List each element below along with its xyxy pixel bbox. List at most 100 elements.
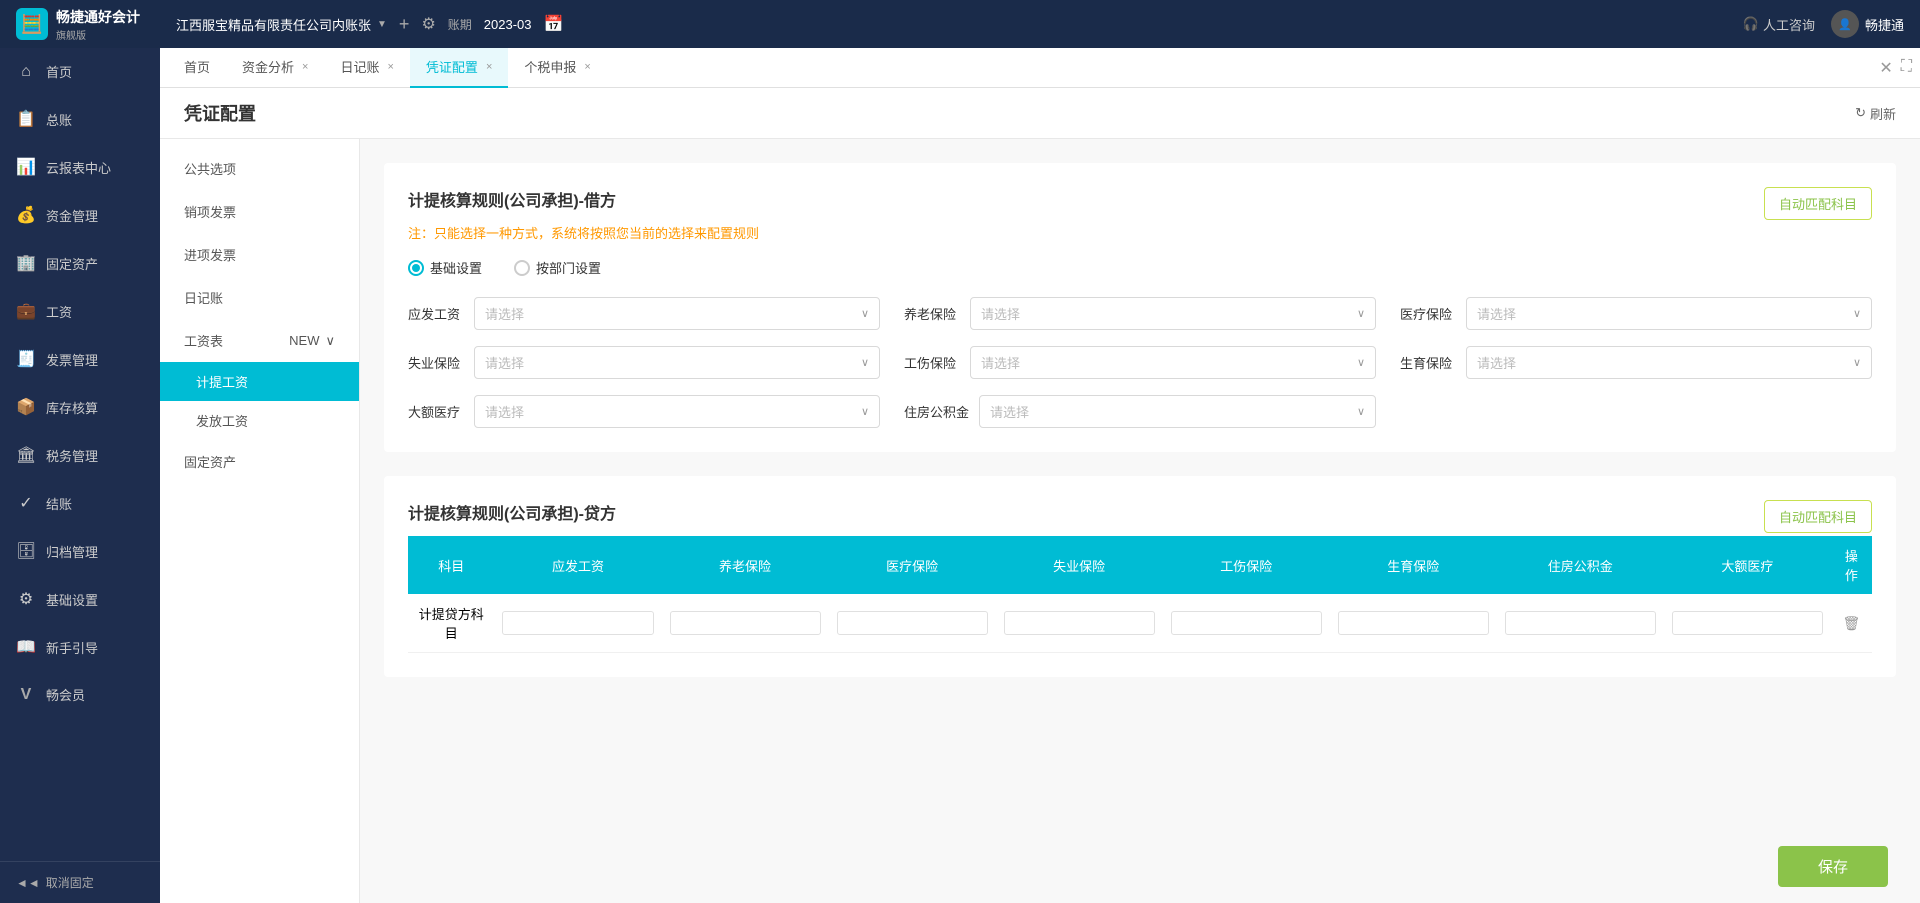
capital-icon: 💰	[16, 205, 36, 225]
field-gsbx-select[interactable]: 请选择 ∨	[970, 346, 1376, 379]
field-sybx2-label: 生育保险	[1400, 353, 1456, 372]
credit-section-title: 计提核算规则(公司承担)-贷方	[408, 500, 1872, 524]
cancel-pin-label: 取消固定	[46, 874, 94, 891]
input-yfgz[interactable]	[502, 611, 653, 635]
input-sybx[interactable]	[1004, 611, 1155, 635]
radio-dept[interactable]: 按部门设置	[514, 258, 601, 277]
left-nav-sales[interactable]: 销项发票	[160, 190, 359, 233]
field-yfgz-select[interactable]: 请选择 ∨	[474, 297, 880, 330]
debit-auto-match-button[interactable]: 自动匹配科目	[1764, 187, 1872, 220]
refresh-button[interactable]: ↻ 刷新	[1855, 104, 1896, 123]
credit-table: 科目 应发工资 养老保险 医疗保险 失业保险 工伤保险 生育保险 住房公积金 大	[408, 536, 1872, 653]
sidebar-item-ledger[interactable]: 📋 总账	[0, 95, 160, 143]
input-ylbx2[interactable]	[837, 611, 988, 635]
input-sybx2[interactable]	[1338, 611, 1489, 635]
sidebar-item-report[interactable]: 📊 云报表中心	[0, 143, 160, 191]
tab-close-icon[interactable]: ✕	[1879, 58, 1892, 78]
tab-home[interactable]: 首页	[168, 48, 226, 88]
th-op: 操作	[1831, 536, 1872, 594]
left-nav-purchase[interactable]: 进项发票	[160, 233, 359, 276]
input-zfgjj[interactable]	[1505, 611, 1656, 635]
sidebar-label-vip: 畅会员	[46, 685, 85, 704]
th-ylbx2: 医疗保险	[829, 536, 996, 594]
left-nav-journal[interactable]: 日记账	[160, 276, 359, 319]
credit-auto-match-label: 自动匹配科目	[1779, 510, 1857, 525]
field-dely-arrow-icon: ∨	[861, 405, 869, 418]
th-dely: 大额医疗	[1664, 536, 1831, 594]
sidebar-item-tax[interactable]: 🏛 税务管理	[0, 431, 160, 479]
credit-auto-match-button[interactable]: 自动匹配科目	[1764, 500, 1872, 533]
td-gsbx	[1163, 594, 1330, 653]
field-dely-label: 大额医疗	[408, 402, 464, 421]
sidebar-item-capital[interactable]: 💰 资金管理	[0, 191, 160, 239]
tab-journal-close-icon[interactable]: ×	[387, 61, 393, 73]
field-zfgjj-select[interactable]: 请选择 ∨	[979, 395, 1376, 428]
tab-tax[interactable]: 个税申报 ×	[508, 48, 606, 88]
sidebar-item-vip[interactable]: V 畅会员	[0, 671, 160, 718]
td-subject: 计提贷方科目	[408, 594, 494, 653]
tab-expand-icon[interactable]: ⛶	[1901, 58, 1912, 78]
tab-voucher[interactable]: 凭证配置 ×	[410, 48, 508, 88]
tab-voucher-close-icon[interactable]: ×	[486, 61, 492, 73]
input-ylbx[interactable]	[670, 611, 821, 635]
salary-icon: 💼	[16, 301, 36, 321]
sidebar-item-fixed[interactable]: 🏢 固定资产	[0, 239, 160, 287]
left-nav-salary-table[interactable]: 工资表 NEW ∨	[160, 319, 359, 362]
th-subject: 科目	[408, 536, 494, 594]
field-sybx2-select[interactable]: 请选择 ∨	[1466, 346, 1872, 379]
field-ylbx-select[interactable]: 请选择 ∨	[970, 297, 1376, 330]
user-area[interactable]: 👤 畅捷通	[1831, 10, 1904, 38]
field-sybx-select[interactable]: 请选择 ∨	[474, 346, 880, 379]
input-dely[interactable]	[1672, 611, 1823, 635]
top-bar-right: 🎧 人工咨询 👤 畅捷通	[1743, 10, 1904, 38]
debit-section-title: 计提核算规则(公司承担)-借方	[408, 187, 1872, 211]
field-dely-select[interactable]: 请选择 ∨	[474, 395, 880, 428]
company-selector[interactable]: 江西服宝精品有限责任公司内账张 ▼	[176, 15, 387, 34]
tab-tax-close-icon[interactable]: ×	[584, 61, 590, 73]
left-nav-calc-salary[interactable]: 计提工资	[160, 362, 359, 401]
delete-row-icon[interactable]: 🗑	[1843, 615, 1861, 631]
calendar-icon[interactable]: 📅	[544, 14, 564, 34]
app-name: 畅捷通好会计	[56, 7, 140, 27]
th-zfgjj: 住房公积金	[1497, 536, 1664, 594]
th-sybx2: 生育保险	[1330, 536, 1497, 594]
save-button[interactable]: 保存	[1778, 846, 1888, 887]
field-yfgz: 应发工资 请选择 ∨	[408, 297, 880, 330]
input-gsbx[interactable]	[1171, 611, 1322, 635]
field-gsbx-label: 工伤保险	[904, 353, 960, 372]
left-nav-fixed-asset[interactable]: 固定资产	[160, 440, 359, 483]
sidebar-item-home[interactable]: ⌂ 首页	[0, 48, 160, 95]
tab-journal[interactable]: 日记账 ×	[324, 48, 409, 88]
username: 畅捷通	[1865, 15, 1904, 34]
tax-icon: 🏛	[16, 445, 36, 465]
sidebar-item-guide[interactable]: 📖 新手引导	[0, 623, 160, 671]
td-yfgz	[494, 594, 661, 653]
left-nav-pay-salary[interactable]: 发放工资	[160, 401, 359, 440]
field-gsbx-arrow-icon: ∨	[1357, 356, 1365, 369]
new-badge: NEW	[289, 333, 319, 348]
tab-capital-close-icon[interactable]: ×	[302, 61, 308, 73]
sidebar-item-archive[interactable]: 🗄 归档管理	[0, 527, 160, 575]
field-ylbx2-select[interactable]: 请选择 ∨	[1466, 297, 1872, 330]
cancel-pin-button[interactable]: ◄◄ 取消固定	[0, 861, 160, 903]
add-company-icon[interactable]: +	[399, 14, 410, 35]
radio-basic[interactable]: 基础设置	[408, 258, 482, 277]
sidebar-item-settle[interactable]: ✓ 结账	[0, 479, 160, 527]
field-gsbx: 工伤保险 请选择 ∨	[904, 346, 1376, 379]
field-sybx-label: 失业保险	[408, 353, 464, 372]
support-label: 人工咨询	[1763, 15, 1815, 34]
left-nav-public[interactable]: 公共选项	[160, 147, 359, 190]
sidebar-label-report: 云报表中心	[46, 158, 111, 177]
field-sybx2-placeholder: 请选择	[1477, 353, 1516, 372]
field-sybx2-arrow-icon: ∨	[1853, 356, 1861, 369]
support-button[interactable]: 🎧 人工咨询	[1743, 15, 1815, 34]
th-gsbx: 工伤保险	[1163, 536, 1330, 594]
sidebar-item-settings[interactable]: ⚙ 基础设置	[0, 575, 160, 623]
sidebar-item-salary[interactable]: 💼 工资	[0, 287, 160, 335]
settings-icon[interactable]: ⚙	[421, 14, 435, 34]
tab-capital-label: 资金分析	[242, 57, 294, 76]
tab-capital[interactable]: 资金分析 ×	[226, 48, 324, 88]
vip-icon: V	[16, 686, 36, 704]
sidebar-item-invoice[interactable]: 🧾 发票管理	[0, 335, 160, 383]
sidebar-item-inventory[interactable]: 📦 库存核算	[0, 383, 160, 431]
